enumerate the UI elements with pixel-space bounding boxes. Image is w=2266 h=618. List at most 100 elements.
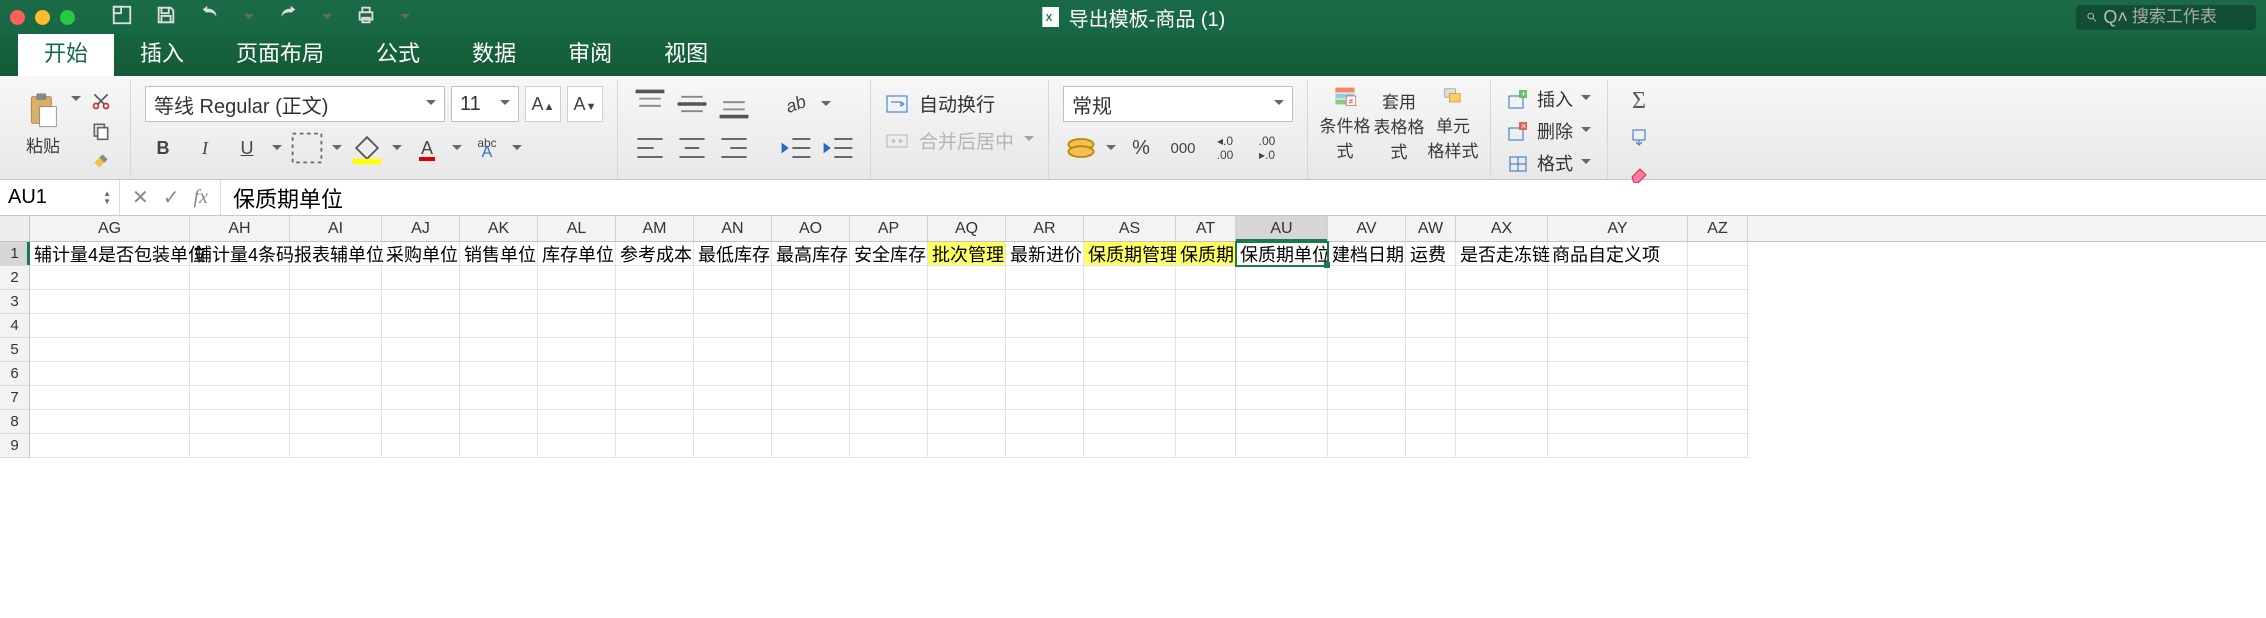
cell-AQ9[interactable] [928, 434, 1006, 458]
cell-AS8[interactable] [1084, 410, 1176, 434]
cell-AI1[interactable]: 报表辅单位 [290, 242, 382, 266]
cell-AV2[interactable] [1328, 266, 1406, 290]
cell-AM4[interactable] [616, 314, 694, 338]
maximize-icon[interactable] [60, 10, 75, 25]
cell-AT5[interactable] [1176, 338, 1236, 362]
cell-AZ2[interactable] [1688, 266, 1748, 290]
cell-AX5[interactable] [1456, 338, 1548, 362]
column-header-AR[interactable]: AR [1006, 216, 1084, 241]
cell-AM1[interactable]: 参考成本 [616, 242, 694, 266]
cell-AV6[interactable] [1328, 362, 1406, 386]
column-header-AQ[interactable]: AQ [928, 216, 1006, 241]
format-painter-button[interactable] [86, 146, 116, 176]
paste-button[interactable]: 粘贴 [16, 84, 70, 162]
cell-AN1[interactable]: 最低库存 [694, 242, 772, 266]
increase-decimal-button[interactable]: ◂.0.00 [1207, 130, 1243, 166]
cell-AL3[interactable] [538, 290, 616, 314]
cell-AY5[interactable] [1548, 338, 1688, 362]
cell-AT3[interactable] [1176, 290, 1236, 314]
cell-AH8[interactable] [190, 410, 290, 434]
wrap-text-button[interactable]: 自动换行 [885, 90, 1034, 117]
cell-AX6[interactable] [1456, 362, 1548, 386]
accounting-dropdown[interactable] [1105, 133, 1117, 163]
align-center-button[interactable] [674, 130, 710, 166]
cell-AG6[interactable] [30, 362, 190, 386]
cell-AS3[interactable] [1084, 290, 1176, 314]
cell-AQ8[interactable] [928, 410, 1006, 434]
fill-button[interactable] [1624, 122, 1654, 152]
cut-button[interactable] [86, 86, 116, 116]
cell-AQ5[interactable] [928, 338, 1006, 362]
cell-AP9[interactable] [850, 434, 928, 458]
row-header-4[interactable]: 4 [0, 314, 30, 338]
column-header-AN[interactable]: AN [694, 216, 772, 241]
font-name-combo[interactable]: 等线 Regular (正文) [145, 86, 445, 122]
cell-AK5[interactable] [460, 338, 538, 362]
column-header-AI[interactable]: AI [290, 216, 382, 241]
fill-color-button[interactable] [349, 130, 385, 166]
cell-AO3[interactable] [772, 290, 850, 314]
cell-AG8[interactable] [30, 410, 190, 434]
percent-button[interactable]: % [1123, 130, 1159, 166]
cell-AQ7[interactable] [928, 386, 1006, 410]
align-left-button[interactable] [632, 130, 668, 166]
cell-AV8[interactable] [1328, 410, 1406, 434]
cell-AI3[interactable] [290, 290, 382, 314]
cell-AG5[interactable] [30, 338, 190, 362]
tab-home[interactable]: 开始 [18, 27, 114, 76]
cell-AX2[interactable] [1456, 266, 1548, 290]
cell-AL4[interactable] [538, 314, 616, 338]
cell-AZ3[interactable] [1688, 290, 1748, 314]
cell-AV4[interactable] [1328, 314, 1406, 338]
cell-AR4[interactable] [1006, 314, 1084, 338]
cell-AT9[interactable] [1176, 434, 1236, 458]
tab-formulas[interactable]: 公式 [350, 27, 446, 76]
orientation-dropdown[interactable] [820, 89, 832, 119]
cell-AL8[interactable] [538, 410, 616, 434]
borders-button[interactable] [289, 130, 325, 166]
cell-AM6[interactable] [616, 362, 694, 386]
cell-AG7[interactable] [30, 386, 190, 410]
redo-dropdown[interactable] [321, 2, 333, 32]
cell-AJ1[interactable]: 采购单位 [382, 242, 460, 266]
cell-AM2[interactable] [616, 266, 694, 290]
cell-AR8[interactable] [1006, 410, 1084, 434]
phonetic-dropdown[interactable] [511, 133, 523, 163]
qat-customize-dropdown[interactable] [399, 2, 411, 32]
cell-AP4[interactable] [850, 314, 928, 338]
merge-dropdown[interactable] [1024, 130, 1034, 152]
tab-data[interactable]: 数据 [446, 27, 542, 76]
cell-AO5[interactable] [772, 338, 850, 362]
accounting-format-button[interactable] [1063, 130, 1099, 166]
cell-AL2[interactable] [538, 266, 616, 290]
column-header-AY[interactable]: AY [1548, 216, 1688, 241]
cell-AZ7[interactable] [1688, 386, 1748, 410]
format-as-table-button[interactable]: 套用 表格格式 [1372, 84, 1426, 162]
cell-AJ6[interactable] [382, 362, 460, 386]
minimize-icon[interactable] [35, 10, 50, 25]
cell-AJ9[interactable] [382, 434, 460, 458]
cell-AQ3[interactable] [928, 290, 1006, 314]
cell-AK9[interactable] [460, 434, 538, 458]
cell-AK1[interactable]: 销售单位 [460, 242, 538, 266]
cell-AU1[interactable]: 保质期单位 [1236, 242, 1328, 266]
cell-AR9[interactable] [1006, 434, 1084, 458]
cell-AY4[interactable] [1548, 314, 1688, 338]
cell-AU5[interactable] [1236, 338, 1328, 362]
cell-AH7[interactable] [190, 386, 290, 410]
cell-AT1[interactable]: 保质期 [1176, 242, 1236, 266]
undo-icon[interactable] [199, 4, 221, 31]
cell-AT7[interactable] [1176, 386, 1236, 410]
column-header-AP[interactable]: AP [850, 216, 928, 241]
cell-AQ1[interactable]: 批次管理 [928, 242, 1006, 266]
bold-button[interactable]: B [145, 130, 181, 166]
cell-AJ3[interactable] [382, 290, 460, 314]
align-bottom-button[interactable] [716, 86, 752, 122]
insert-cells-button[interactable]: +插入 [1507, 86, 1591, 112]
cell-AT8[interactable] [1176, 410, 1236, 434]
row-header-7[interactable]: 7 [0, 386, 30, 410]
cell-AJ4[interactable] [382, 314, 460, 338]
cell-AT2[interactable] [1176, 266, 1236, 290]
cell-AW6[interactable] [1406, 362, 1456, 386]
redo-icon[interactable] [277, 4, 299, 31]
